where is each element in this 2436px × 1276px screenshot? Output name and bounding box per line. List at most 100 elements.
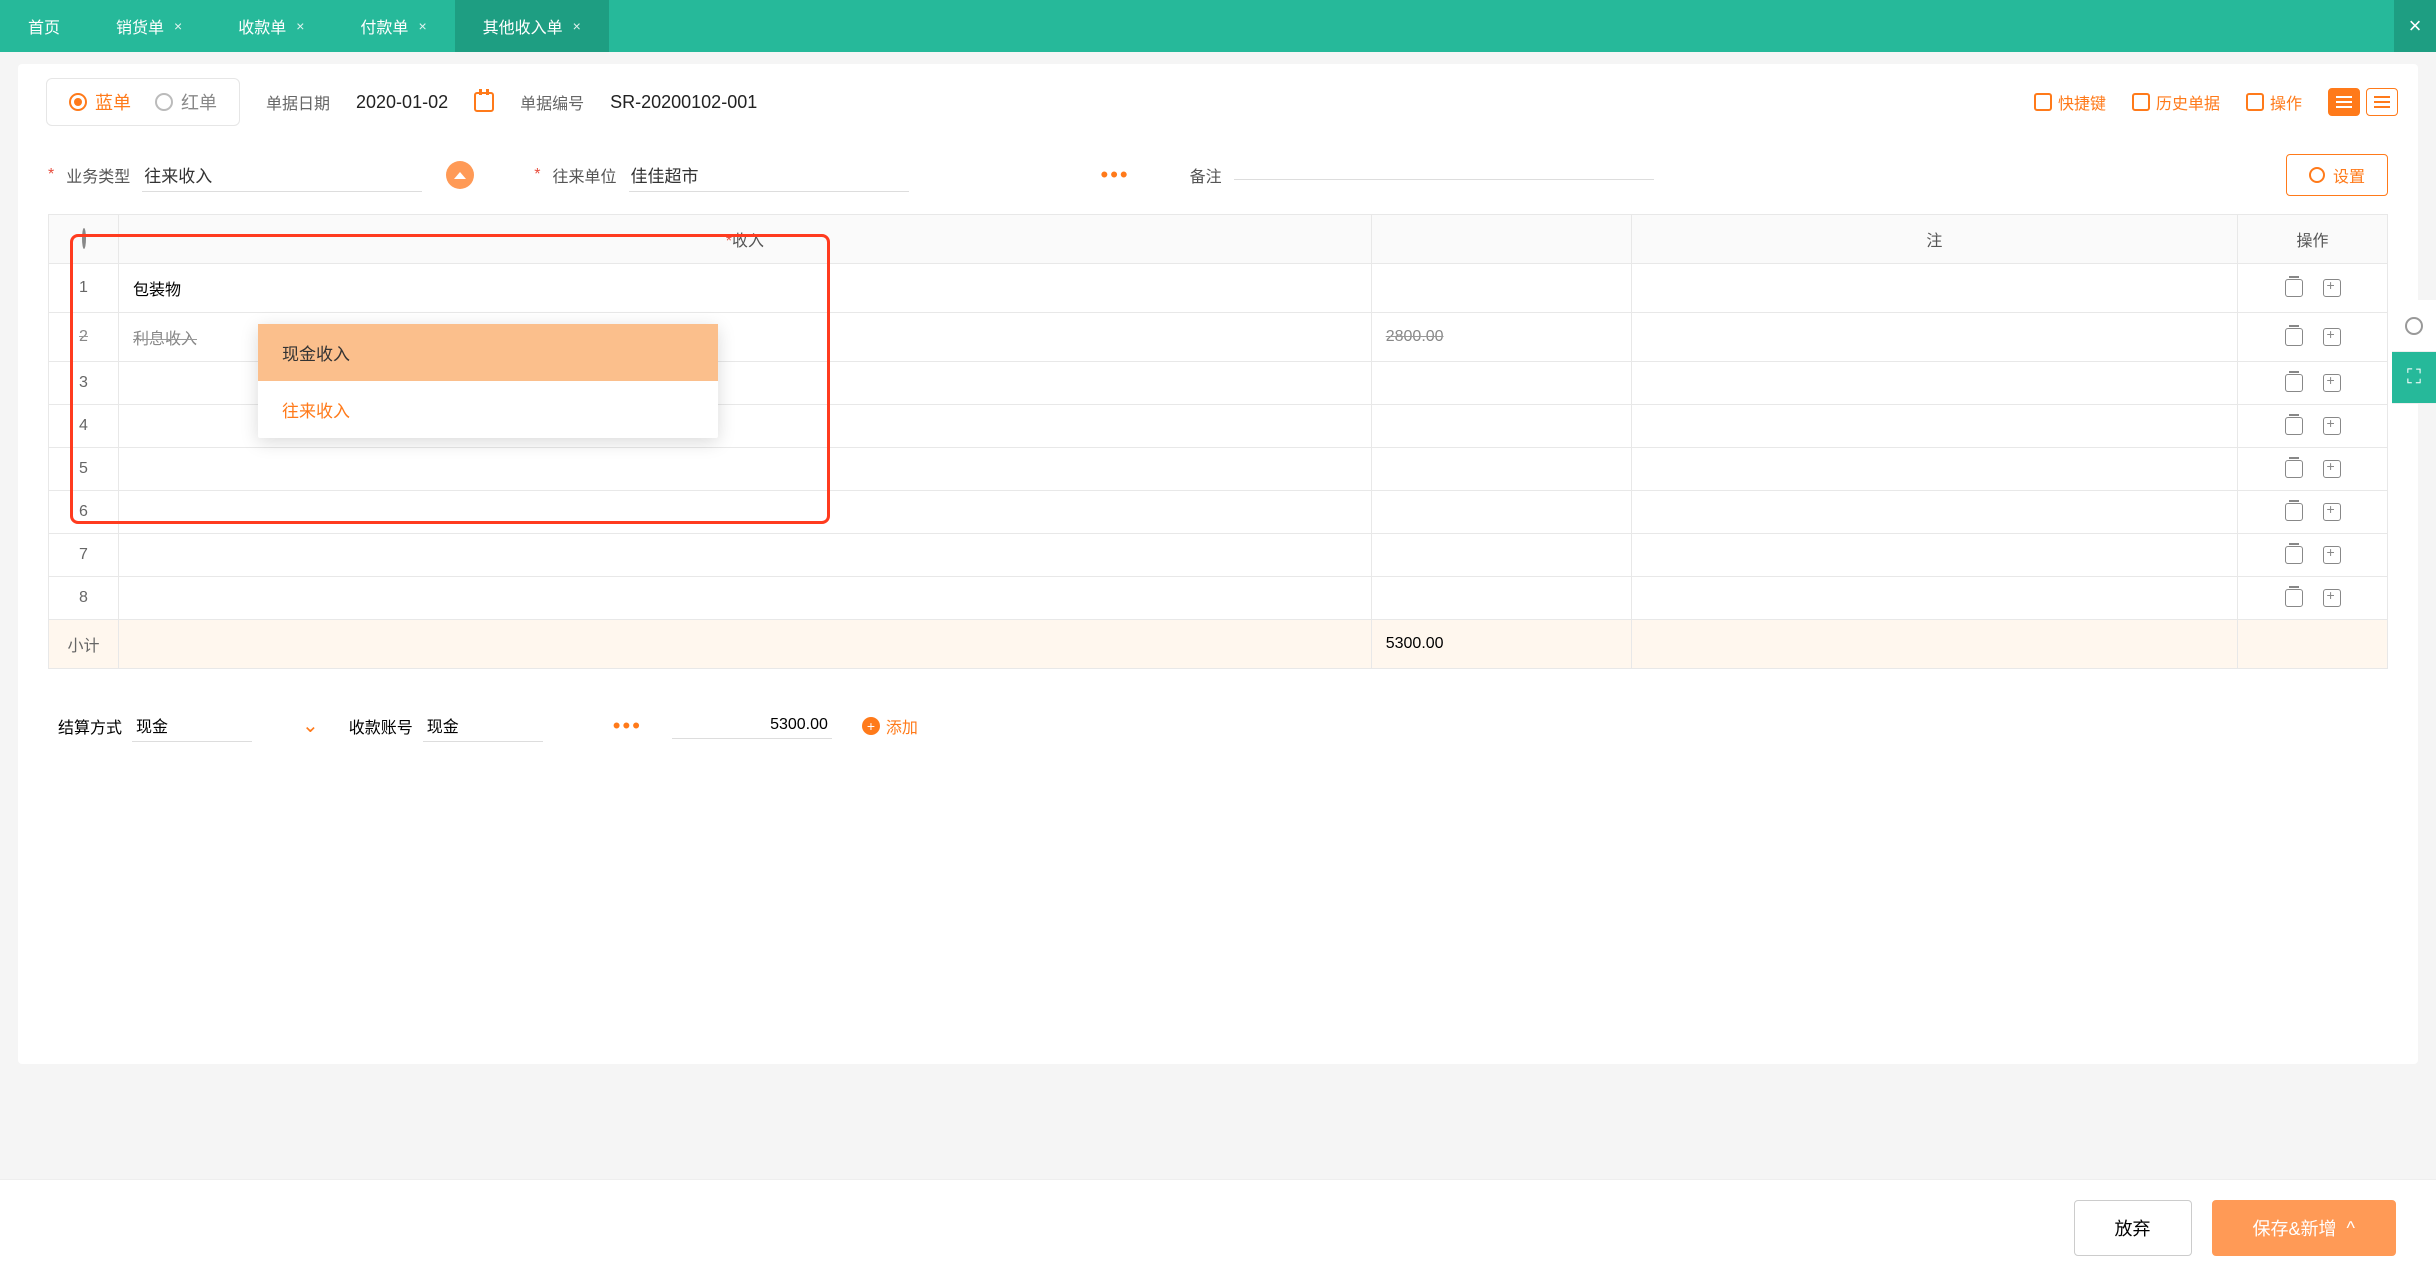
more-icon[interactable]: ••• (1101, 162, 1130, 188)
plus-icon: + (862, 717, 880, 735)
row-number: 4 (49, 405, 119, 448)
row-name[interactable]: 包装物 (119, 264, 1372, 313)
row-ops (2238, 491, 2388, 534)
view-grid-button[interactable] (2366, 88, 2398, 116)
tab-receipt[interactable]: 收款单× (210, 0, 332, 52)
radio-red[interactable]: 红单 (155, 89, 217, 115)
add-row-icon[interactable] (2323, 417, 2341, 435)
add-row-icon[interactable] (2323, 460, 2341, 478)
doc-no-label: 单据编号 (520, 90, 584, 114)
save-and-new-button[interactable]: 保存&新增^ (2212, 1200, 2396, 1256)
unit-input[interactable]: 佳佳超市 (629, 158, 909, 192)
close-icon[interactable]: × (174, 18, 182, 34)
date-value[interactable]: 2020-01-02 (356, 92, 448, 113)
history-link[interactable]: 历史单据 (2132, 90, 2220, 114)
tab-other-income[interactable]: 其他收入单× (455, 0, 609, 52)
radio-blue[interactable]: 蓝单 (69, 89, 131, 115)
row-amount[interactable] (1371, 534, 1631, 577)
chevron-up-icon: ^ (2347, 1218, 2355, 1239)
tab-bar: 首页 销货单× 收款单× 付款单× 其他收入单× × (0, 0, 2436, 52)
delete-row-icon[interactable] (2285, 279, 2303, 297)
row-number: 5 (49, 448, 119, 491)
row-name[interactable] (119, 577, 1372, 620)
row-remark[interactable] (1631, 313, 2237, 362)
row-amount[interactable]: 2800.00 (1371, 313, 1631, 362)
add-row-icon[interactable] (2323, 503, 2341, 521)
tab-home[interactable]: 首页 (0, 0, 88, 52)
close-icon[interactable]: × (418, 18, 426, 34)
remark-field: 备注 (1190, 163, 1654, 187)
row-name[interactable] (119, 491, 1372, 534)
add-row-icon[interactable] (2323, 589, 2341, 607)
row-remark[interactable] (1631, 362, 2237, 405)
remark-input[interactable] (1234, 171, 1654, 180)
table-config-header[interactable] (49, 215, 119, 264)
delete-row-icon[interactable] (2285, 417, 2303, 435)
row-remark[interactable] (1631, 491, 2237, 534)
view-list-button[interactable] (2328, 88, 2360, 116)
row-amount[interactable] (1371, 362, 1631, 405)
link-icon (2401, 313, 2426, 338)
add-payment-button[interactable]: + 添加 (862, 714, 918, 738)
add-row-icon[interactable] (2323, 328, 2341, 346)
row-ops (2238, 264, 2388, 313)
gear-icon (2309, 167, 2325, 183)
unit-field: * 往来单位 佳佳超市 ••• (534, 158, 1129, 192)
delete-row-icon[interactable] (2285, 589, 2303, 607)
chevron-down-icon[interactable]: ⌄ (302, 713, 319, 738)
row-amount[interactable] (1371, 491, 1631, 534)
pay-account-value[interactable]: 现金 (423, 709, 543, 742)
row-name[interactable] (119, 448, 1372, 491)
close-panel-button[interactable]: × (2394, 0, 2436, 52)
row-amount[interactable] (1371, 405, 1631, 448)
add-row-icon[interactable] (2323, 374, 2341, 392)
attachment-button[interactable] (2392, 300, 2436, 352)
right-rail: ⛶ (2392, 300, 2436, 404)
chevron-up-icon[interactable] (446, 161, 474, 189)
row-ops (2238, 534, 2388, 577)
footer-actions: 放弃 保存&新增^ (0, 1179, 2436, 1276)
row-number: 3 (49, 362, 119, 405)
more-icon[interactable]: ••• (613, 713, 642, 739)
operate-link[interactable]: 操作 (2246, 90, 2302, 114)
row-amount[interactable] (1371, 448, 1631, 491)
discard-button[interactable]: 放弃 (2074, 1200, 2192, 1256)
tab-payment[interactable]: 付款单× (332, 0, 454, 52)
tab-sales[interactable]: 销货单× (88, 0, 210, 52)
row-remark[interactable] (1631, 577, 2237, 620)
document-header: 蓝单 红单 单据日期 2020-01-02 单据编号 SR-20200102-0… (18, 64, 2418, 136)
income-table: *收入 注 操作 1包装物2利息收入2800.00345678 小计 5300.… (48, 214, 2388, 669)
add-row-icon[interactable] (2323, 546, 2341, 564)
biz-type-input[interactable]: 往来收入 (142, 158, 422, 192)
row-ops (2238, 577, 2388, 620)
row-amount[interactable] (1371, 264, 1631, 313)
close-icon[interactable]: × (296, 18, 304, 34)
calendar-icon[interactable] (474, 92, 494, 112)
row-remark[interactable] (1631, 405, 2237, 448)
delete-row-icon[interactable] (2285, 503, 2303, 521)
table-row: 1包装物 (49, 264, 2388, 313)
pay-amount-input[interactable]: 5300.00 (672, 712, 832, 739)
delete-row-icon[interactable] (2285, 374, 2303, 392)
row-number: 1 (49, 264, 119, 313)
row-remark[interactable] (1631, 448, 2237, 491)
add-row-icon[interactable] (2323, 279, 2341, 297)
expand-button[interactable]: ⛶ (2392, 352, 2436, 404)
dropdown-option-arap[interactable]: 往来收入 (258, 381, 718, 438)
pay-method-value[interactable]: 现金 (132, 709, 252, 742)
table-row: 6 (49, 491, 2388, 534)
pay-method-label: 结算方式 (58, 714, 122, 738)
settings-button[interactable]: 设置 (2286, 154, 2388, 196)
row-amount[interactable] (1371, 577, 1631, 620)
row-number: 6 (49, 491, 119, 534)
dropdown-option-cash[interactable]: 现金收入 (258, 324, 718, 381)
delete-row-icon[interactable] (2285, 546, 2303, 564)
row-name[interactable] (119, 534, 1372, 577)
delete-row-icon[interactable] (2285, 328, 2303, 346)
shortcut-link[interactable]: 快捷键 (2034, 90, 2106, 114)
row-remark[interactable] (1631, 534, 2237, 577)
close-icon[interactable]: × (573, 18, 581, 34)
row-remark[interactable] (1631, 264, 2237, 313)
date-label: 单据日期 (266, 90, 330, 114)
delete-row-icon[interactable] (2285, 460, 2303, 478)
